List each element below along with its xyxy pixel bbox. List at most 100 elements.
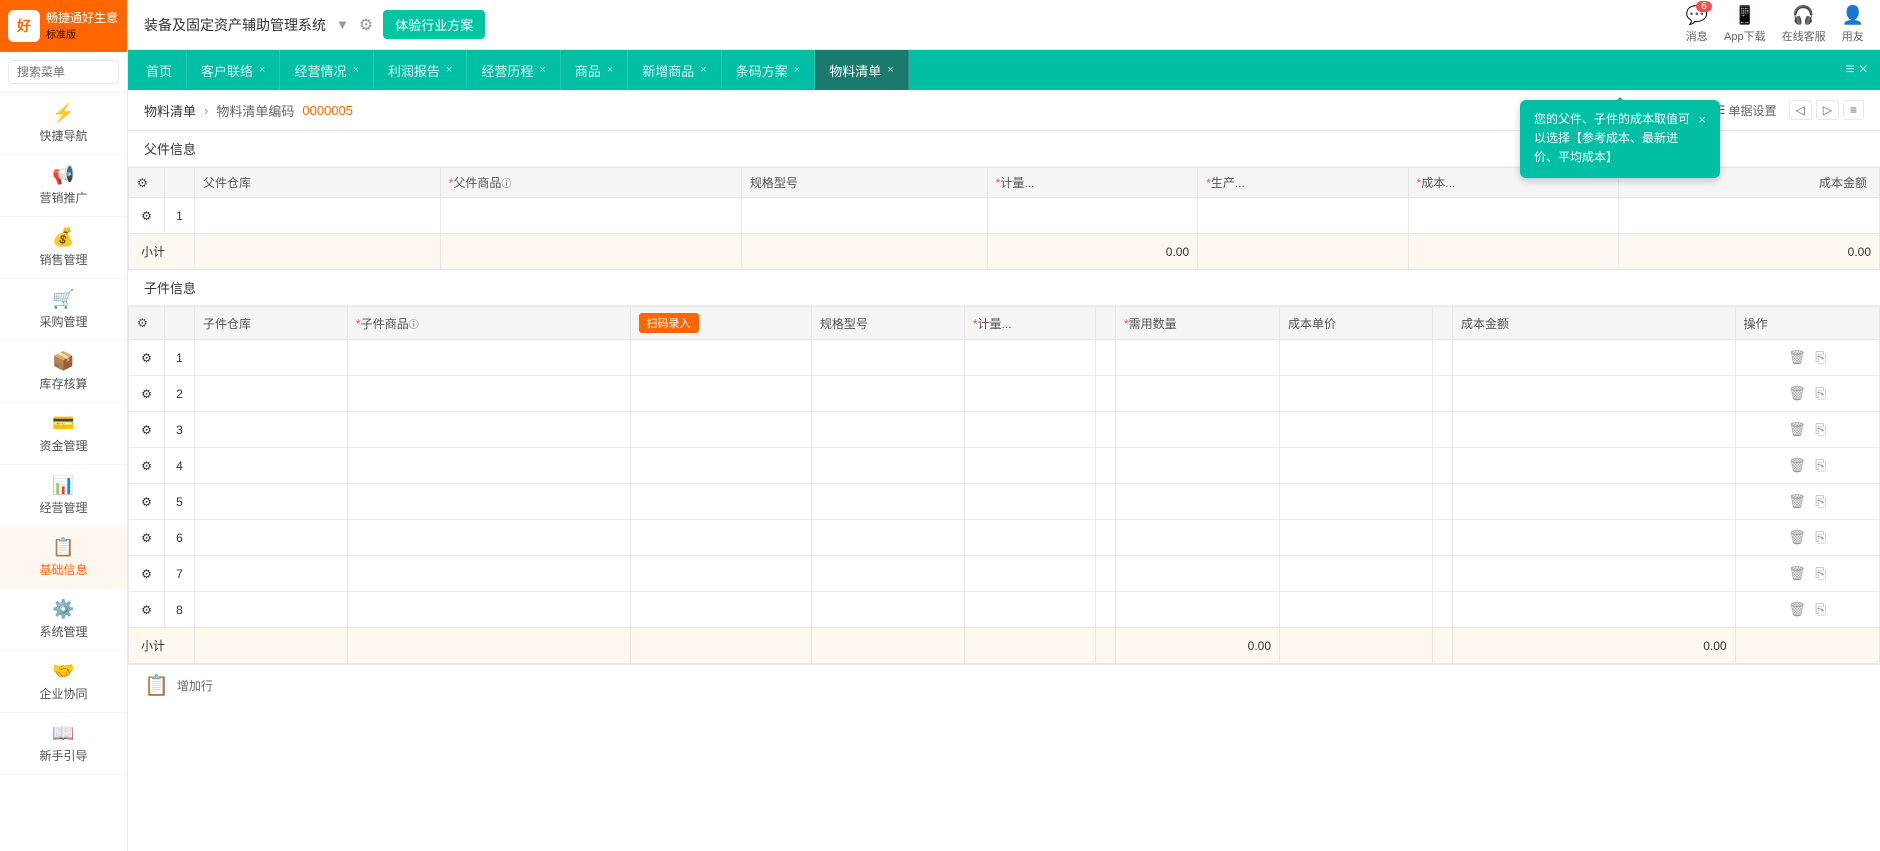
child-row-qty[interactable]	[1115, 376, 1279, 412]
child-row-delete-button[interactable]: 🗑	[1785, 455, 1809, 476]
tab-goods-close[interactable]: ×	[607, 64, 613, 76]
tab-operations-close[interactable]: ×	[352, 64, 358, 76]
parent-row-spec[interactable]	[741, 198, 987, 234]
tab-new-goods[interactable]: 新增商品 ×	[628, 50, 721, 90]
child-col-settings[interactable]: ⚙	[129, 307, 165, 340]
child-row-spec[interactable]	[811, 484, 964, 520]
tab-history-close[interactable]: ×	[539, 64, 545, 76]
tab-goods[interactable]: 商品 ×	[561, 50, 628, 90]
sidebar-item-guide[interactable]: 📖 新手引导	[0, 713, 127, 775]
child-row-spec[interactable]	[811, 520, 964, 556]
child-row-product[interactable]	[348, 448, 631, 484]
child-row-settings[interactable]: ⚙	[129, 520, 165, 556]
child-row-delete-button[interactable]: 🗑	[1785, 419, 1809, 440]
message-icon-item[interactable]: 💬 6 消息	[1686, 5, 1708, 44]
child-row-qty[interactable]	[1115, 484, 1279, 520]
child-row-product[interactable]	[348, 556, 631, 592]
child-row-unit-cost[interactable]	[1280, 448, 1433, 484]
sidebar-item-inventory[interactable]: 📦 库存核算	[0, 341, 127, 403]
child-row-unit[interactable]	[964, 412, 1095, 448]
child-row-product[interactable]	[348, 376, 631, 412]
child-row-product[interactable]	[348, 412, 631, 448]
dropdown-arrow-icon[interactable]: ▼	[336, 17, 349, 32]
child-row-spec[interactable]	[811, 556, 964, 592]
child-row-copy-button[interactable]: ⎘	[1812, 419, 1829, 440]
tab-bom-close[interactable]: ×	[887, 64, 893, 76]
child-row-settings[interactable]: ⚙	[129, 448, 165, 484]
child-row-delete-button[interactable]: 🗑	[1785, 347, 1809, 368]
tab-profit[interactable]: 利润报告 ×	[374, 50, 467, 90]
child-row-settings[interactable]: ⚙	[129, 592, 165, 628]
user-item[interactable]: 👤 用友	[1842, 5, 1864, 44]
child-row-copy-button[interactable]: ⎘	[1812, 527, 1829, 548]
tab-close-all-icon[interactable]: ≡	[1845, 61, 1854, 79]
parent-col-warehouse[interactable]: 父件仓库	[195, 168, 441, 198]
child-row-copy-button[interactable]: ⎘	[1812, 347, 1829, 368]
child-row-product[interactable]	[348, 484, 631, 520]
tab-new-goods-close[interactable]: ×	[700, 64, 706, 76]
child-row-product[interactable]	[348, 520, 631, 556]
child-col-spec[interactable]: 规格型号	[811, 307, 964, 340]
parent-row-warehouse[interactable]	[195, 198, 441, 234]
child-row-settings[interactable]: ⚙	[129, 340, 165, 376]
grid-view-button[interactable]: ≡	[1843, 100, 1864, 120]
child-row-warehouse[interactable]	[195, 520, 348, 556]
child-row-delete-button[interactable]: 🗑	[1785, 563, 1809, 584]
tab-profit-close[interactable]: ×	[446, 64, 452, 76]
child-row-product[interactable]	[348, 340, 631, 376]
child-row-warehouse[interactable]	[195, 340, 348, 376]
child-row-spec[interactable]	[811, 340, 964, 376]
gear-icon[interactable]: ⚙	[359, 15, 373, 35]
parent-row-product[interactable]	[440, 198, 741, 234]
child-row-warehouse[interactable]	[195, 484, 348, 520]
action-single-setting[interactable]: ☰ 单据设置	[1715, 102, 1777, 119]
child-row-delete-button[interactable]: 🗑	[1785, 383, 1809, 404]
child-row-delete-button[interactable]: 🗑	[1785, 527, 1809, 548]
child-row-qty[interactable]	[1115, 448, 1279, 484]
scan-input-button[interactable]: 扫码录入	[639, 313, 699, 333]
child-row-spec[interactable]	[811, 376, 964, 412]
child-col-unit[interactable]: *计量...	[964, 307, 1095, 340]
child-row-unit-cost[interactable]	[1280, 556, 1433, 592]
tab-barcode[interactable]: 条码方案 ×	[722, 50, 815, 90]
child-row-qty[interactable]	[1115, 340, 1279, 376]
tab-history[interactable]: 经营历程 ×	[467, 50, 560, 90]
tab-bom[interactable]: 物料清单 ×	[815, 50, 908, 90]
child-row-spec[interactable]	[811, 448, 964, 484]
app-download-item[interactable]: 📱 App下载	[1724, 5, 1766, 44]
child-row-settings[interactable]: ⚙	[129, 556, 165, 592]
sidebar-item-operations[interactable]: 📊 经营管理	[0, 465, 127, 527]
parent-row-cost[interactable]	[1408, 198, 1618, 234]
child-row-unit[interactable]	[964, 448, 1095, 484]
child-row-qty[interactable]	[1115, 556, 1279, 592]
parent-col-product[interactable]: *父件商品ⓘ	[440, 168, 741, 198]
add-row-icon[interactable]: 📋	[144, 673, 169, 698]
child-row-warehouse[interactable]	[195, 376, 348, 412]
parent-col-production[interactable]: *生产...	[1198, 168, 1408, 198]
sidebar-item-finance[interactable]: 💳 资金管理	[0, 403, 127, 465]
child-col-product[interactable]: *子件商品ⓘ	[348, 307, 631, 340]
child-row-copy-button[interactable]: ⎘	[1812, 599, 1829, 620]
child-row-qty[interactable]	[1115, 592, 1279, 628]
sidebar-item-sales[interactable]: 💰 销售管理	[0, 217, 127, 279]
parent-col-settings[interactable]: ⚙	[129, 168, 165, 198]
tab-window-icon[interactable]: ×	[1859, 61, 1868, 79]
child-row-unit[interactable]	[964, 556, 1095, 592]
child-row-delete-button[interactable]: 🗑	[1785, 599, 1809, 620]
child-row-settings[interactable]: ⚙	[129, 376, 165, 412]
sidebar-item-system[interactable]: ⚙️ 系统管理	[0, 589, 127, 651]
child-row-copy-button[interactable]: ⎘	[1812, 383, 1829, 404]
trial-button[interactable]: 体验行业方案	[383, 10, 485, 39]
prev-page-button[interactable]: ◁	[1789, 100, 1812, 120]
parent-row-settings[interactable]: ⚙	[129, 198, 165, 234]
child-row-settings[interactable]: ⚙	[129, 412, 165, 448]
child-row-spec[interactable]	[811, 412, 964, 448]
child-row-unit[interactable]	[964, 592, 1095, 628]
child-col-warehouse[interactable]: 子件仓库	[195, 307, 348, 340]
child-row-unit-cost[interactable]	[1280, 592, 1433, 628]
child-row-unit[interactable]	[964, 340, 1095, 376]
search-input[interactable]	[8, 60, 119, 84]
child-col-qty[interactable]: *需用数量	[1115, 307, 1279, 340]
child-row-warehouse[interactable]	[195, 412, 348, 448]
sidebar-item-quick[interactable]: ⚡ 快捷导航	[0, 93, 127, 155]
